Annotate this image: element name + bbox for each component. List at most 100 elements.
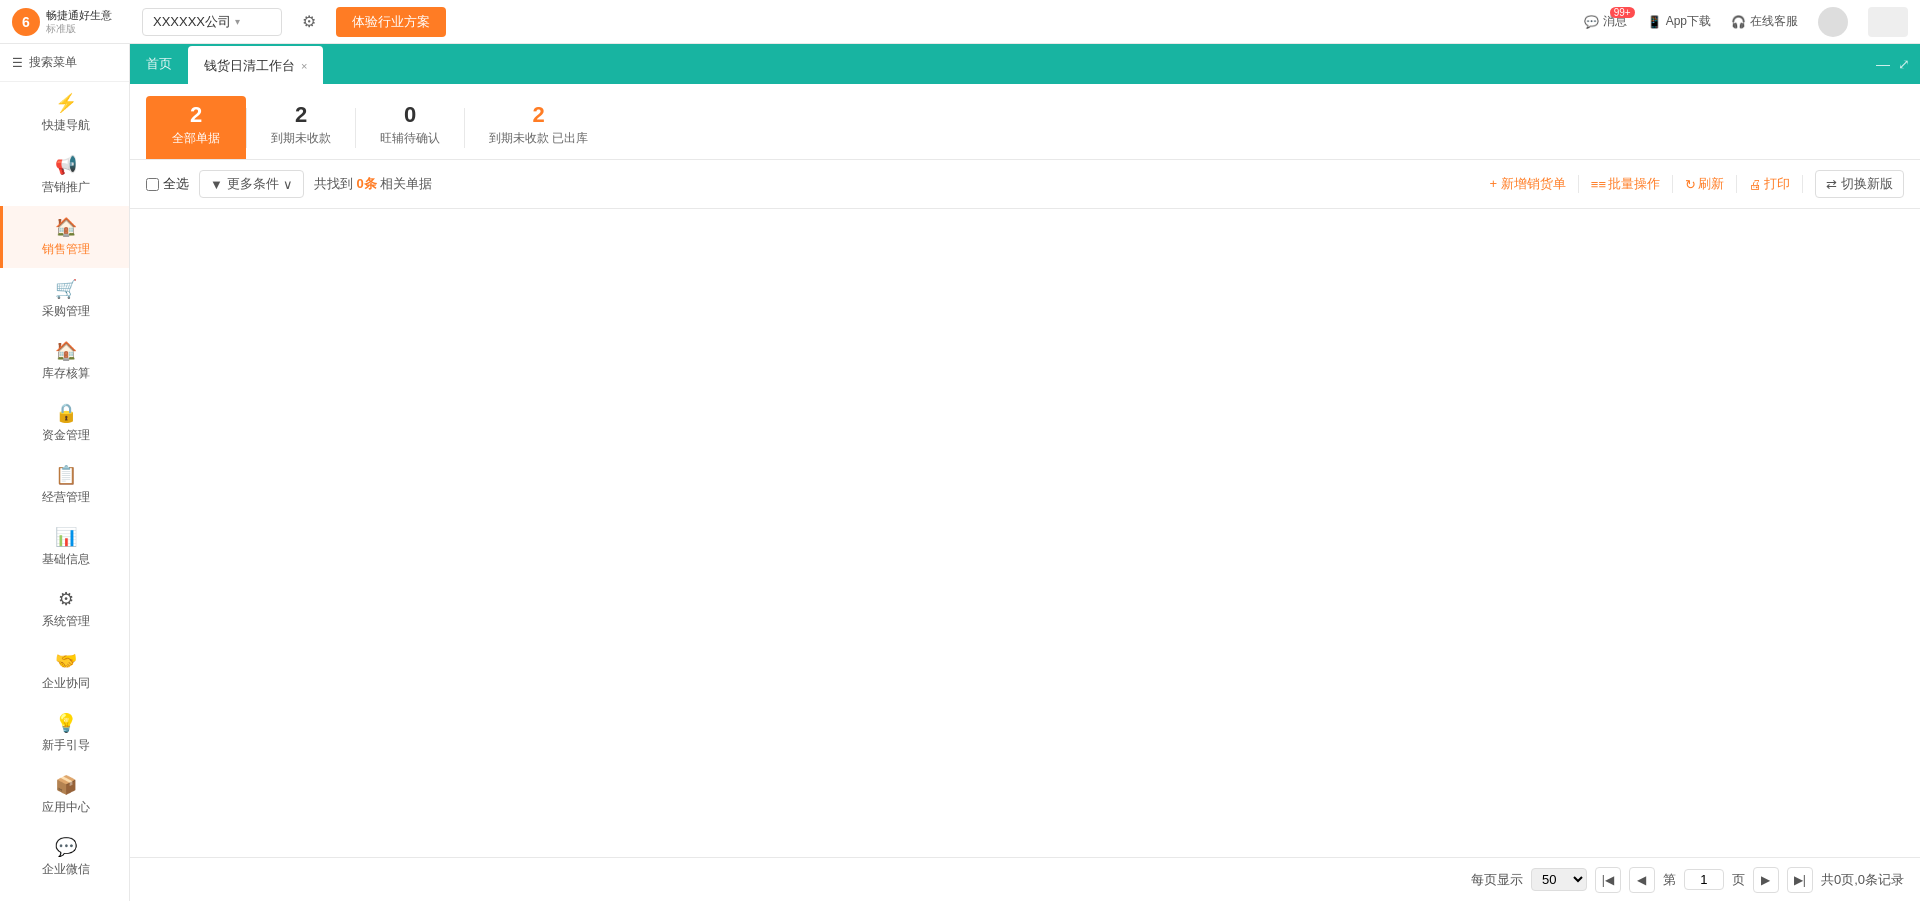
marketing-icon: 📢 <box>55 154 77 176</box>
refresh-label: 刷新 <box>1698 175 1724 193</box>
toolbar-left: 全选 ▼ 更多条件 ∨ 共找到 0条 相关单据 <box>146 170 1478 198</box>
header-center: ⚙ 体验行业方案 <box>294 7 446 37</box>
found-suffix: 相关单据 <box>380 176 432 191</box>
wechat-icon: 💬 <box>55 836 77 858</box>
user-name[interactable] <box>1868 7 1908 37</box>
toolbar-right: + 新增销货单 ≡≡ 批量操作 ↻ 刷新 🖨 打印 <box>1490 170 1904 198</box>
stats-tabs: 2 全部单据 2 到期未收款 0 旺辅待确认 2 到期未收款 已出库 <box>130 84 1920 160</box>
chevron-down-icon: ▾ <box>235 16 240 27</box>
settings-button[interactable]: ⚙ <box>294 7 324 37</box>
purchase-icon: 🛒 <box>55 278 77 300</box>
select-all-input[interactable] <box>146 178 159 191</box>
message-icon: 💬 <box>1584 15 1599 29</box>
tab-bar: 首页 钱货日清工作台 × — ⤢ <box>130 44 1920 84</box>
tab-bar-actions: — ⤢ <box>1876 56 1920 72</box>
page-number-input[interactable] <box>1684 869 1724 890</box>
stat-overdue-number: 2 <box>295 104 307 126</box>
page-suffix: 页 <box>1732 871 1745 889</box>
batch-label: 批量操作 <box>1608 175 1660 193</box>
tab-minimize-button[interactable]: — <box>1876 56 1890 72</box>
top-header: 6 畅捷通好生意 标准版 XXXXXX公司 ▾ ⚙ 体验行业方案 💬 消息 99… <box>0 0 1920 44</box>
sidebar-item-inventory[interactable]: 🏠 库存核算 <box>0 330 129 392</box>
sidebar-item-cooperation[interactable]: 🤝 企业协同 <box>0 640 129 702</box>
sidebar-item-label: 新手引导 <box>42 737 90 754</box>
switch-version-button[interactable]: ⇄ 切换新版 <box>1815 170 1904 198</box>
sidebar-item-label: 基础信息 <box>42 551 90 568</box>
stat-not-shipped-label: 到期未收款 已出库 <box>489 130 588 147</box>
sidebar-item-quick-nav[interactable]: ⚡ 快捷导航 <box>0 82 129 144</box>
tab-maximize-button[interactable]: ⤢ <box>1898 56 1910 72</box>
stat-tab-not-shipped[interactable]: 2 到期未收款 已出库 <box>465 96 612 159</box>
stat-tab-all[interactable]: 2 全部单据 <box>146 96 246 159</box>
pagination-bar: 每页显示 50 20 100 200 |◀ ◀ 第 页 ▶ ▶| 共0页,0条记… <box>130 857 1920 901</box>
notification-badge: 99+ <box>1610 7 1635 18</box>
first-page-button[interactable]: |◀ <box>1595 867 1621 893</box>
tab-close-icon[interactable]: × <box>301 60 307 72</box>
trial-button[interactable]: 体验行业方案 <box>336 7 446 37</box>
company-selector[interactable]: XXXXXX公司 ▾ <box>142 8 282 36</box>
page-size-select[interactable]: 50 20 100 200 <box>1531 868 1587 891</box>
add-sales-order-button[interactable]: + 新增销货单 <box>1490 175 1566 193</box>
sidebar-item-label: 采购管理 <box>42 303 90 320</box>
sidebar-item-label: 营销推广 <box>42 179 90 196</box>
sidebar-item-label: 销售管理 <box>42 241 90 258</box>
total-records: 共0页,0条记录 <box>1821 871 1904 889</box>
sidebar-item-label: 企业微信 <box>42 861 90 878</box>
batch-icon: ≡≡ <box>1591 177 1606 192</box>
sidebar-item-system[interactable]: ⚙ 系统管理 <box>0 578 129 640</box>
logo-text: 畅捷通好生意 标准版 <box>46 8 112 35</box>
operation-icon: 📋 <box>55 464 77 486</box>
company-name: XXXXXX公司 <box>153 13 231 31</box>
basic-info-icon: 📊 <box>55 526 77 548</box>
logo-area: 6 畅捷通好生意 标准版 <box>12 8 142 36</box>
select-all-checkbox[interactable]: 全选 <box>146 175 189 193</box>
sidebar-item-finance[interactable]: 🔒 资金管理 <box>0 392 129 454</box>
print-button[interactable]: 🖨 打印 <box>1749 175 1790 193</box>
next-page-button[interactable]: ▶ <box>1753 867 1779 893</box>
sidebar-item-label: 快捷导航 <box>42 117 90 134</box>
app-name-line2: 标准版 <box>46 22 112 35</box>
refresh-icon: ↻ <box>1685 177 1696 192</box>
stat-wangwang-number: 0 <box>404 104 416 126</box>
last-page-button[interactable]: ▶| <box>1787 867 1813 893</box>
prev-page-button[interactable]: ◀ <box>1629 867 1655 893</box>
stat-tab-wangwang[interactable]: 0 旺辅待确认 <box>356 96 464 159</box>
toolbar-divider-1 <box>1578 175 1579 193</box>
sidebar-item-marketing[interactable]: 📢 营销推广 <box>0 144 129 206</box>
download-icon: 📱 <box>1647 15 1662 29</box>
avatar[interactable] <box>1818 7 1848 37</box>
tab-home[interactable]: 首页 <box>130 44 188 84</box>
sidebar-item-guide[interactable]: 💡 新手引导 <box>0 702 129 764</box>
search-menu-button[interactable]: ☰ 搜索菜单 <box>0 44 129 82</box>
cooperation-icon: 🤝 <box>55 650 77 672</box>
content-area: 首页 钱货日清工作台 × — ⤢ 2 全部单据 2 <box>130 44 1920 901</box>
tab-qianghuo[interactable]: 钱货日清工作台 × <box>188 46 323 86</box>
page-content: 2 全部单据 2 到期未收款 0 旺辅待确认 2 到期未收款 已出库 <box>130 84 1920 901</box>
sidebar-item-member[interactable]: V 畅会员 <box>0 888 129 901</box>
sidebar-item-sales[interactable]: 🏠 销售管理 <box>0 206 129 268</box>
filter-icon: ▼ <box>210 177 223 192</box>
print-icon: 🖨 <box>1749 177 1762 192</box>
found-count: 0条 <box>357 176 377 191</box>
notification-button[interactable]: 💬 消息 99+ <box>1584 13 1627 30</box>
sidebar-item-wechat[interactable]: 💬 企业微信 <box>0 826 129 888</box>
sidebar: ☰ 搜索菜单 ⚡ 快捷导航 📢 营销推广 🏠 销售管理 🛒 采购管理 🏠 库存核… <box>0 44 130 901</box>
inventory-icon: 🏠 <box>55 340 77 362</box>
filter-chevron-icon: ∨ <box>283 177 293 192</box>
refresh-button[interactable]: ↻ 刷新 <box>1685 175 1724 193</box>
apps-icon: 📦 <box>55 774 77 796</box>
batch-operation-button[interactable]: ≡≡ 批量操作 <box>1591 175 1660 193</box>
sidebar-item-basic-info[interactable]: 📊 基础信息 <box>0 516 129 578</box>
found-prefix: 共找到 <box>314 176 353 191</box>
found-text: 共找到 0条 相关单据 <box>314 175 432 193</box>
online-service-button[interactable]: 🎧 在线客服 <box>1731 13 1798 30</box>
sidebar-item-label: 企业协同 <box>42 675 90 692</box>
filter-button[interactable]: ▼ 更多条件 ∨ <box>199 170 304 198</box>
app-download-button[interactable]: 📱 App下载 <box>1647 13 1711 30</box>
toolbar-divider-3 <box>1736 175 1737 193</box>
sidebar-item-operation[interactable]: 📋 经营管理 <box>0 454 129 516</box>
stat-tab-overdue[interactable]: 2 到期未收款 <box>247 96 355 159</box>
sidebar-item-apps[interactable]: 📦 应用中心 <box>0 764 129 826</box>
sidebar-item-label: 系统管理 <box>42 613 90 630</box>
sidebar-item-purchase[interactable]: 🛒 采购管理 <box>0 268 129 330</box>
